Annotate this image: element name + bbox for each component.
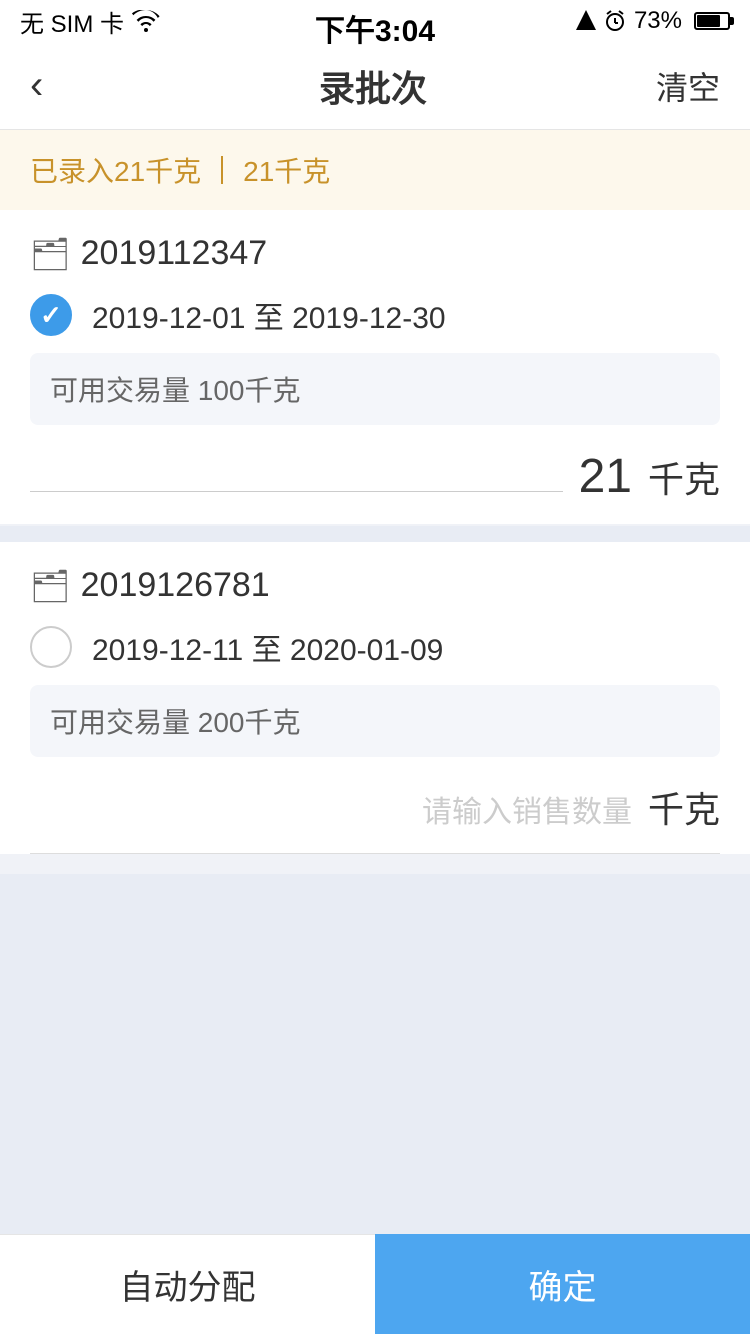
summary-bar: 已录入21千克 21千克 xyxy=(0,130,750,210)
batch-id-2: 2019126781 xyxy=(81,566,270,605)
batch-date-1: 2019-12-01 至 2019-12-30 xyxy=(92,293,446,337)
batch-qty-value-1[interactable]: 21 xyxy=(579,449,632,504)
batch-header-1: 🗂 2019112347 xyxy=(0,210,750,285)
status-time: 下午3:04 xyxy=(315,6,435,50)
carrier-text: 无 SIM 卡 xyxy=(20,4,124,39)
battery-icon xyxy=(694,12,730,30)
location-icon xyxy=(576,10,596,32)
status-bar: 无 SIM 卡 下午3:04 73% xyxy=(0,0,750,42)
batch-id-icon-1: 🗂 xyxy=(30,235,71,273)
auto-distribute-button[interactable]: 自动分配 xyxy=(0,1234,375,1334)
batch-available-2: 可用交易量 200千克 xyxy=(30,685,720,757)
batch-card-2: 🗂 2019126781 2019-12-11 至 2020-01-09 可用交… xyxy=(0,542,750,854)
status-left: 无 SIM 卡 xyxy=(20,4,160,39)
batch-row-2[interactable]: 2019-12-11 至 2020-01-09 xyxy=(0,617,750,677)
status-right: 73% xyxy=(576,7,730,35)
wifi-icon xyxy=(132,10,160,32)
confirm-button[interactable]: 确定 xyxy=(375,1234,750,1334)
batch-qty-placeholder-2[interactable]: 请输入销售数量 xyxy=(422,787,632,831)
radio-unselected-2[interactable] xyxy=(30,626,72,668)
batch-date-2: 2019-12-11 至 2020-01-09 xyxy=(92,625,443,669)
clear-button[interactable]: 清空 xyxy=(656,63,720,109)
batch-qty-row-1: 21 千克 xyxy=(0,441,750,524)
bottom-bar: 自动分配 确定 xyxy=(0,1234,750,1334)
back-button[interactable]: ‹ xyxy=(30,63,90,108)
page-title: 录批次 xyxy=(319,60,427,112)
batch-id-1: 2019112347 xyxy=(81,234,268,273)
batch-qty-unit-1: 千克 xyxy=(648,451,720,503)
batch-qty-row-2: 请输入销售数量 千克 xyxy=(0,773,750,853)
total-label: 21千克 xyxy=(243,150,330,190)
radio-selected-1[interactable] xyxy=(30,294,72,336)
nav-bar: ‹ 录批次 清空 xyxy=(0,42,750,130)
batch-row-1[interactable]: 2019-12-01 至 2019-12-30 xyxy=(0,285,750,345)
section-divider xyxy=(0,526,750,542)
batch-header-2: 🗂 2019126781 xyxy=(0,542,750,617)
empty-area xyxy=(0,874,750,1254)
alarm-icon xyxy=(604,10,626,32)
summary-divider xyxy=(221,156,223,184)
batch-card-1: 🗂 2019112347 2019-12-01 至 2019-12-30 可用交… xyxy=(0,210,750,524)
battery-percent: 73% xyxy=(634,7,682,35)
recorded-label: 已录入21千克 xyxy=(30,150,201,190)
batch-qty-unit-2: 千克 xyxy=(648,781,720,833)
batch-id-icon-2: 🗂 xyxy=(30,567,71,605)
batch-available-1: 可用交易量 100千克 xyxy=(30,353,720,425)
